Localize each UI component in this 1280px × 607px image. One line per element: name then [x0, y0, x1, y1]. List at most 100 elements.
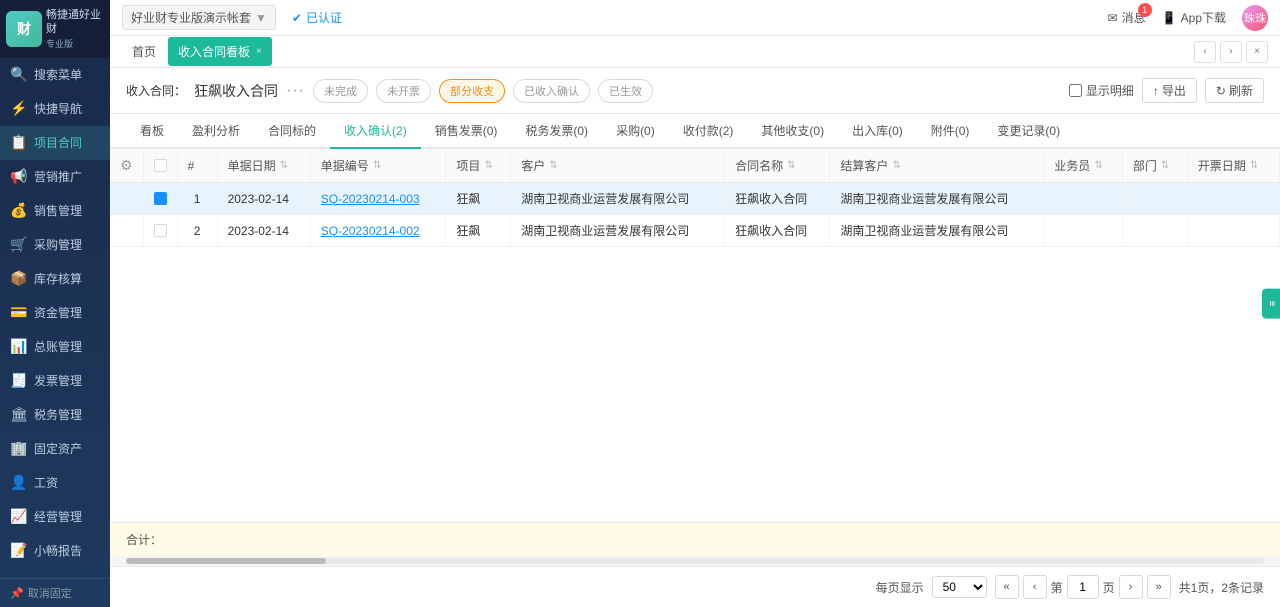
status-confirmed[interactable]: 已收入确认 — [513, 79, 590, 103]
sidebar-item-general[interactable]: 📊 总账管理 — [0, 330, 110, 364]
th-department[interactable]: 部门⇅ — [1122, 149, 1187, 183]
th-num: # — [177, 149, 217, 183]
sub-tab-warehouse[interactable]: 出入库(0) — [838, 114, 917, 149]
sub-tab-board[interactable]: 看板 — [126, 114, 178, 149]
tab-home[interactable]: 首页 — [122, 37, 166, 66]
tabbar: 首页 收入合同看板 × ‹ › × — [110, 36, 1280, 68]
sidebar-item-tax[interactable]: 🏛 税务管理 — [0, 398, 110, 432]
header-checkbox[interactable] — [154, 159, 167, 172]
th-salesperson[interactable]: 业务员⇅ — [1044, 149, 1123, 183]
status-incomplete[interactable]: 未完成 — [313, 79, 368, 103]
row-num: 1 — [177, 183, 217, 215]
sub-tab-revenue[interactable]: 收入确认(2) — [330, 114, 421, 149]
tab-close-icon[interactable]: × — [256, 46, 262, 57]
sidebar-item-search[interactable]: 🔍 搜索菜单 — [0, 58, 110, 92]
sub-tab-attachment[interactable]: 附件(0) — [917, 114, 984, 149]
user-avatar[interactable]: 珠珠 — [1242, 5, 1268, 31]
sidebar-item-project[interactable]: 📋 项目合同 — [0, 126, 110, 160]
sidebar-item-inventory[interactable]: 📦 库存核算 — [0, 262, 110, 296]
sidebar-item-basic[interactable]: ⚙ 基础信息 — [0, 568, 110, 578]
row-order-no[interactable]: SQ-20230214-002 — [310, 215, 446, 247]
ops-icon: 📈 — [10, 508, 28, 526]
show-detail-checkbox[interactable]: 显示明细 — [1069, 82, 1134, 99]
settings-icon[interactable]: ⚙ — [120, 157, 133, 173]
sort-settlement-icon: ⇅ — [892, 160, 900, 171]
th-order-no[interactable]: 单据编号⇅ — [310, 149, 446, 183]
row-invoice-date — [1187, 183, 1279, 215]
general-icon: 📊 — [10, 338, 28, 356]
th-settlement[interactable]: 结算客户⇅ — [830, 149, 1044, 183]
table-row[interactable]: 2 2023-02-14 SQ-20230214-002 狂飙 湖南卫视商业运营… — [110, 215, 1280, 247]
sub-tab-payment[interactable]: 收付款(2) — [669, 114, 748, 149]
quick-icon: ⚡ — [10, 100, 28, 118]
sub-tab-changes[interactable]: 变更记录(0) — [983, 114, 1074, 149]
right-panel-icon[interactable]: ≡ — [1262, 288, 1280, 319]
sub-tab-tax-invoice[interactable]: 税务发票(0) — [511, 114, 602, 149]
sub-tab-purchase[interactable]: 采购(0) — [602, 114, 669, 149]
row-order-no[interactable]: SQ-20230214-003 — [310, 183, 446, 215]
company-selector[interactable]: 好业财专业版演示帐套 ▼ — [122, 5, 276, 30]
page-number-input[interactable] — [1067, 575, 1099, 599]
status-partial[interactable]: 部分收支 — [439, 79, 505, 103]
sub-tab-subject-label: 合同标的 — [268, 124, 316, 138]
sidebar-item-hr[interactable]: 👤 工资 — [0, 466, 110, 500]
row-checkbox-1[interactable] — [154, 192, 167, 205]
export-button[interactable]: ↑ 导出 — [1142, 78, 1197, 103]
contract-name: 狂飙收入合同 — [194, 81, 278, 101]
th-project[interactable]: 项目⇅ — [446, 149, 511, 183]
contract-header: 收入合同： 狂飙收入合同 ··· 未完成 未开票 部分收支 已收入确认 已生效 … — [110, 68, 1280, 114]
row-checkbox-2[interactable] — [154, 224, 167, 237]
first-page-button[interactable]: « — [995, 575, 1019, 599]
prev-page-button[interactable]: ‹ — [1023, 575, 1047, 599]
order-link[interactable]: SQ-20230214-002 — [321, 224, 420, 238]
sub-tab-profit[interactable]: 盈利分析 — [178, 114, 254, 149]
last-page-button[interactable]: » — [1147, 575, 1171, 599]
page-label: 第 — [1051, 579, 1063, 596]
show-detail-input[interactable] — [1069, 84, 1082, 97]
refresh-label: 刷新 — [1229, 82, 1253, 99]
refresh-button[interactable]: ↻ 刷新 — [1205, 78, 1264, 103]
sidebar-item-label: 工资 — [34, 474, 58, 491]
sort-invoice-date-icon: ⇅ — [1250, 160, 1258, 171]
horizontal-scrollbar[interactable] — [110, 556, 1280, 566]
sub-tab-subject[interactable]: 合同标的 — [254, 114, 330, 149]
status-effective[interactable]: 已生效 — [598, 79, 653, 103]
status-notbilled[interactable]: 未开票 — [376, 79, 431, 103]
sub-tab-warehouse-label: 出入库(0) — [852, 124, 903, 138]
sidebar-item-fixed[interactable]: 🏢 固定资产 — [0, 432, 110, 466]
th-date[interactable]: 单据日期⇅ — [217, 149, 310, 183]
sidebar-item-report[interactable]: 📝 小畅报告 — [0, 534, 110, 568]
table-row[interactable]: 1 2023-02-14 SQ-20230214-003 狂飙 湖南卫视商业运营… — [110, 183, 1280, 215]
sidebar-item-marketing[interactable]: 📢 营销推广 — [0, 160, 110, 194]
tab-contract-board[interactable]: 收入合同看板 × — [168, 37, 272, 66]
tab-prev-button[interactable]: ‹ — [1194, 41, 1216, 63]
sidebar-item-purchase[interactable]: 🛒 采购管理 — [0, 228, 110, 262]
sidebar-item-ops[interactable]: 📈 经营管理 — [0, 500, 110, 534]
th-contract-name[interactable]: 合同名称⇅ — [725, 149, 830, 183]
sidebar-item-funds[interactable]: 💳 资金管理 — [0, 296, 110, 330]
next-page-button[interactable]: › — [1119, 575, 1143, 599]
contract-more-button[interactable]: ··· — [286, 82, 305, 100]
per-page-select[interactable]: 50 100 200 — [932, 576, 987, 598]
th-customer[interactable]: 客户⇅ — [511, 149, 725, 183]
tab-next-button[interactable]: › — [1220, 41, 1242, 63]
app-download-button[interactable]: 📱 App下载 — [1162, 9, 1226, 26]
sidebar-item-quick[interactable]: ⚡ 快捷导航 — [0, 92, 110, 126]
scrollbar-thumb[interactable] — [126, 558, 326, 564]
sub-tab-sales-invoice-label: 销售发票(0) — [435, 124, 498, 138]
refresh-icon: ↻ — [1216, 84, 1226, 98]
fixed-icon: 🏢 — [10, 440, 28, 458]
sort-project-icon: ⇅ — [484, 160, 492, 171]
order-link[interactable]: SQ-20230214-003 — [321, 192, 420, 206]
sub-tab-sales-invoice[interactable]: 销售发票(0) — [421, 114, 512, 149]
sidebar-item-sales[interactable]: 💰 销售管理 — [0, 194, 110, 228]
th-invoice-date[interactable]: 开票日期⇅ — [1187, 149, 1279, 183]
tab-close-all-button[interactable]: × — [1246, 41, 1268, 63]
certified-text: 已认证 — [306, 9, 342, 26]
sidebar-nav: 🔍 搜索菜单 ⚡ 快捷导航 📋 项目合同 📢 营销推广 💰 销售管理 🛒 采购管… — [0, 58, 110, 578]
sidebar-item-invoice[interactable]: 🧾 发票管理 — [0, 364, 110, 398]
company-name: 好业财专业版演示帐套 — [131, 9, 251, 26]
sub-tab-other[interactable]: 其他收支(0) — [747, 114, 838, 149]
messages-button[interactable]: ✉ 1 消息 — [1108, 9, 1146, 26]
sidebar-unpin[interactable]: 📌 取消固定 — [0, 578, 110, 607]
